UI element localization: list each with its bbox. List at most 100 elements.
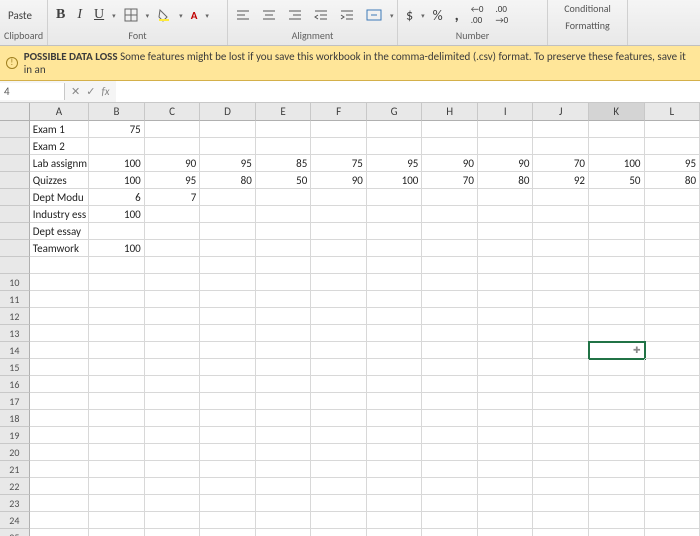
cell[interactable] [367, 240, 423, 257]
align-center-button[interactable] [258, 7, 280, 23]
cell[interactable] [200, 138, 256, 155]
cell[interactable] [200, 189, 256, 206]
cell[interactable] [145, 206, 201, 223]
cell[interactable]: Industry ess [30, 206, 89, 223]
cell[interactable] [645, 478, 700, 495]
row-header[interactable]: 21 [0, 461, 30, 478]
align-right-button[interactable] [284, 7, 306, 23]
cell[interactable] [589, 512, 645, 529]
cell[interactable] [145, 121, 201, 138]
row-header[interactable]: 16 [0, 376, 30, 393]
cell[interactable] [645, 325, 700, 342]
cell[interactable] [533, 495, 589, 512]
cell[interactable] [145, 376, 201, 393]
increase-decimal-button[interactable]: ←0.00 [467, 2, 488, 28]
cell[interactable]: 50 [589, 172, 645, 189]
cell[interactable] [367, 274, 423, 291]
cell[interactable] [367, 342, 423, 359]
cell[interactable] [200, 342, 256, 359]
cell[interactable] [422, 257, 478, 274]
cell[interactable] [422, 308, 478, 325]
cell[interactable] [256, 291, 312, 308]
cell[interactable] [30, 291, 89, 308]
cell[interactable] [478, 223, 534, 240]
cell[interactable] [533, 376, 589, 393]
cell[interactable] [478, 529, 534, 536]
cell[interactable]: 80 [200, 172, 256, 189]
grid[interactable]: Exam 175Exam 2Lab assignm100909585759590… [0, 121, 700, 536]
cell[interactable] [422, 444, 478, 461]
cell[interactable] [145, 240, 201, 257]
row-header[interactable] [0, 223, 30, 240]
cell[interactable] [311, 257, 367, 274]
fill-color-button[interactable] [153, 6, 175, 24]
cell[interactable] [311, 240, 367, 257]
cell[interactable] [145, 342, 201, 359]
cell[interactable] [256, 495, 312, 512]
cell[interactable] [645, 359, 700, 376]
cell[interactable] [645, 121, 700, 138]
cell[interactable] [30, 393, 89, 410]
cell[interactable] [589, 359, 645, 376]
cell[interactable] [422, 478, 478, 495]
cell[interactable] [200, 444, 256, 461]
cell[interactable] [589, 461, 645, 478]
cell[interactable] [30, 529, 89, 536]
cell[interactable] [256, 461, 312, 478]
col-header-I[interactable]: I [478, 103, 534, 121]
cell[interactable] [589, 495, 645, 512]
cell[interactable] [533, 274, 589, 291]
cell[interactable] [367, 359, 423, 376]
cell[interactable] [256, 444, 312, 461]
font-color-button[interactable]: A [187, 7, 202, 24]
chevron-down-icon[interactable]: ▾ [421, 11, 425, 20]
cell[interactable]: 95 [145, 172, 201, 189]
paste-button[interactable]: Paste [4, 7, 36, 24]
cell[interactable] [367, 121, 423, 138]
cell[interactable] [645, 308, 700, 325]
cell[interactable] [145, 495, 201, 512]
cell[interactable] [30, 376, 89, 393]
cell[interactable] [256, 240, 312, 257]
col-header-J[interactable]: J [533, 103, 589, 121]
cell[interactable]: 75 [89, 121, 145, 138]
cell[interactable] [533, 223, 589, 240]
cell[interactable] [533, 478, 589, 495]
chevron-down-icon[interactable]: ▾ [205, 11, 209, 20]
cell[interactable] [256, 427, 312, 444]
cell[interactable] [145, 427, 201, 444]
row-header[interactable]: 17 [0, 393, 30, 410]
cell[interactable] [645, 444, 700, 461]
cell[interactable] [422, 495, 478, 512]
row-header[interactable]: 22 [0, 478, 30, 495]
cell[interactable] [589, 257, 645, 274]
row-header[interactable]: 19 [0, 427, 30, 444]
cell[interactable] [533, 359, 589, 376]
cell[interactable] [200, 274, 256, 291]
cell[interactable] [422, 291, 478, 308]
cell[interactable] [89, 223, 145, 240]
cell[interactable] [256, 376, 312, 393]
cell[interactable] [256, 223, 312, 240]
cell[interactable] [645, 223, 700, 240]
cell[interactable] [89, 427, 145, 444]
cell[interactable] [478, 376, 534, 393]
cell[interactable] [645, 342, 700, 359]
cell[interactable] [30, 410, 89, 427]
cell[interactable] [200, 478, 256, 495]
cell[interactable]: Dept essay [30, 223, 89, 240]
cell[interactable] [589, 478, 645, 495]
cell[interactable] [533, 308, 589, 325]
cell[interactable] [422, 223, 478, 240]
col-header-C[interactable]: C [145, 103, 201, 121]
accounting-button[interactable]: $ [402, 5, 417, 26]
cell[interactable] [256, 478, 312, 495]
cell[interactable] [478, 189, 534, 206]
cell[interactable] [533, 206, 589, 223]
cell[interactable] [311, 376, 367, 393]
cell[interactable] [89, 359, 145, 376]
cell[interactable] [145, 478, 201, 495]
cell[interactable] [256, 529, 312, 536]
cell[interactable] [311, 121, 367, 138]
cell[interactable] [311, 495, 367, 512]
